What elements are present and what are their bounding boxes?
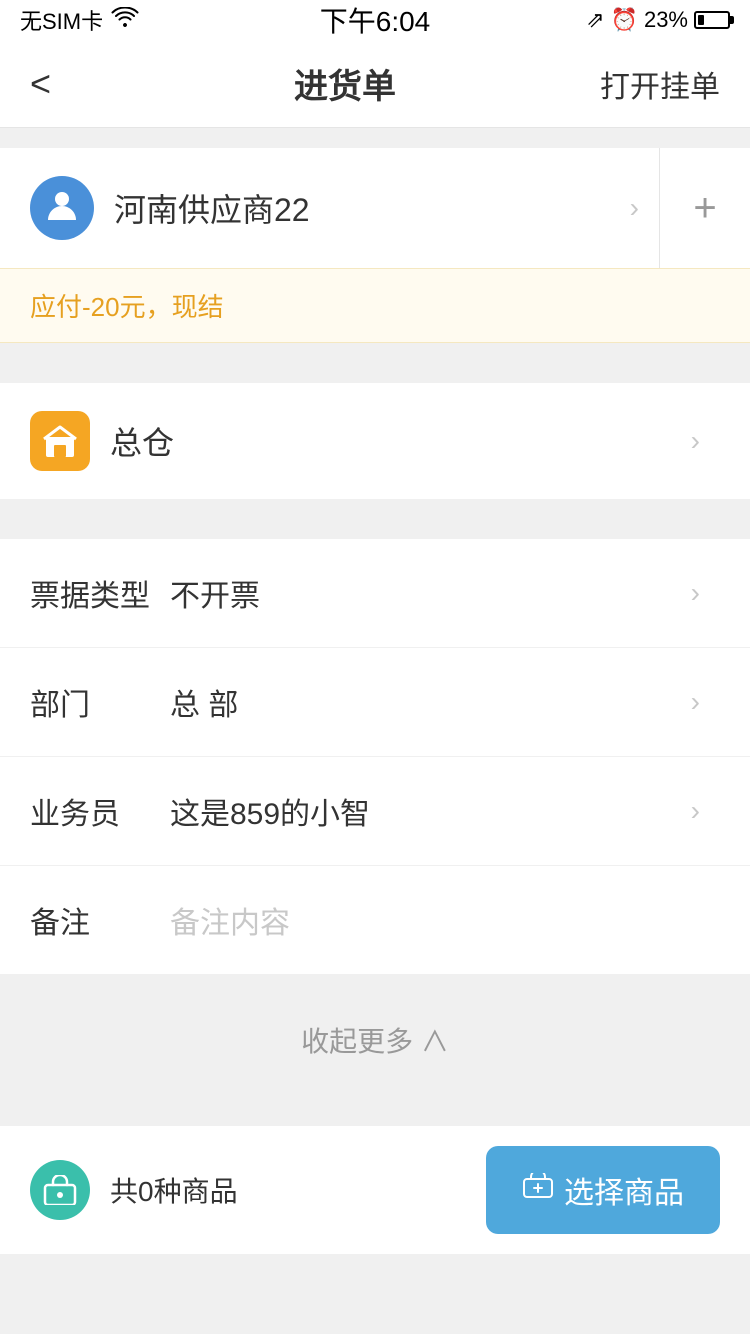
warehouse-chevron-icon: › xyxy=(671,425,720,457)
supplier-section: 河南供应商22 › + xyxy=(0,148,750,268)
section-gap-1 xyxy=(0,128,750,148)
form-section: 票据类型 不开票 › 部门 总 部 › 业务员 这是859的小智 › 备注 备注… xyxy=(0,539,750,974)
remark-input[interactable]: 备注内容 xyxy=(170,898,720,942)
status-time: 下午6:04 xyxy=(320,0,431,40)
warehouse-row[interactable]: 总仓 › xyxy=(0,383,750,499)
supplier-chevron-icon: › xyxy=(610,192,659,224)
section-gap-4 xyxy=(0,1086,750,1106)
status-right: ⇗ ⏰ 23% xyxy=(586,7,730,33)
person-icon xyxy=(44,186,80,231)
carrier-label: 无SIM卡 xyxy=(20,4,103,36)
salesperson-row[interactable]: 业务员 这是859的小智 › xyxy=(0,757,750,866)
department-value: 总 部 xyxy=(170,680,671,724)
status-left: 无SIM卡 xyxy=(20,4,139,36)
supplier-row[interactable]: 河南供应商22 › xyxy=(0,148,660,268)
notice-text: 应付-20元，现结 xyxy=(30,292,224,322)
select-product-button[interactable]: 选择商品 xyxy=(486,1146,720,1234)
add-supplier-button[interactable]: + xyxy=(660,186,750,231)
product-count-text: 共0种商品 xyxy=(110,1170,238,1210)
battery-icon xyxy=(694,11,730,29)
avatar xyxy=(30,176,94,240)
invoice-type-chevron-icon: › xyxy=(671,577,720,609)
notice-banner: 应付-20元，现结 xyxy=(0,268,750,343)
salesperson-label: 业务员 xyxy=(30,789,170,833)
department-label: 部门 xyxy=(30,680,170,724)
invoice-type-label: 票据类型 xyxy=(30,571,170,615)
bottom-bar: 共0种商品 选择商品 xyxy=(0,1126,750,1254)
invoice-type-value: 不开票 xyxy=(170,571,671,615)
invoice-type-row[interactable]: 票据类型 不开票 › xyxy=(0,539,750,648)
nav-bar: < 进货单 打开挂单 xyxy=(0,40,750,128)
product-count-container: 共0种商品 xyxy=(30,1160,486,1220)
supplier-name: 河南供应商22 xyxy=(114,185,610,231)
main-content: 河南供应商22 › + 应付-20元，现结 总仓 › 票据类型 xyxy=(0,128,750,1334)
back-button[interactable]: < xyxy=(30,63,90,105)
department-row[interactable]: 部门 总 部 › xyxy=(0,648,750,757)
alarm-icon: ⏰ xyxy=(611,7,638,33)
page-title: 进货单 xyxy=(294,59,396,108)
select-product-label: 选择商品 xyxy=(564,1168,684,1212)
warehouse-section[interactable]: 总仓 › xyxy=(0,383,750,499)
wifi-icon xyxy=(111,7,139,33)
open-pending-button[interactable]: 打开挂单 xyxy=(600,62,720,106)
salesperson-value: 这是859的小智 xyxy=(170,789,671,833)
salesperson-chevron-icon: › xyxy=(671,795,720,827)
cart-icon xyxy=(522,1173,554,1208)
battery-percentage: 23% xyxy=(644,7,688,33)
warehouse-icon xyxy=(30,411,90,471)
location-icon: ⇗ xyxy=(586,7,604,33)
status-bar: 无SIM卡 下午6:04 ⇗ ⏰ 23% xyxy=(0,0,750,40)
section-gap-2 xyxy=(0,343,750,363)
section-gap-3 xyxy=(0,499,750,519)
collapse-bar[interactable]: 收起更多 ∧ xyxy=(0,994,750,1086)
warehouse-name: 总仓 xyxy=(110,418,671,464)
department-chevron-icon: › xyxy=(671,686,720,718)
product-icon xyxy=(30,1160,90,1220)
remark-row[interactable]: 备注 备注内容 xyxy=(0,866,750,974)
collapse-label: 收起更多 ∧ xyxy=(301,1026,449,1057)
remark-label: 备注 xyxy=(30,898,170,942)
